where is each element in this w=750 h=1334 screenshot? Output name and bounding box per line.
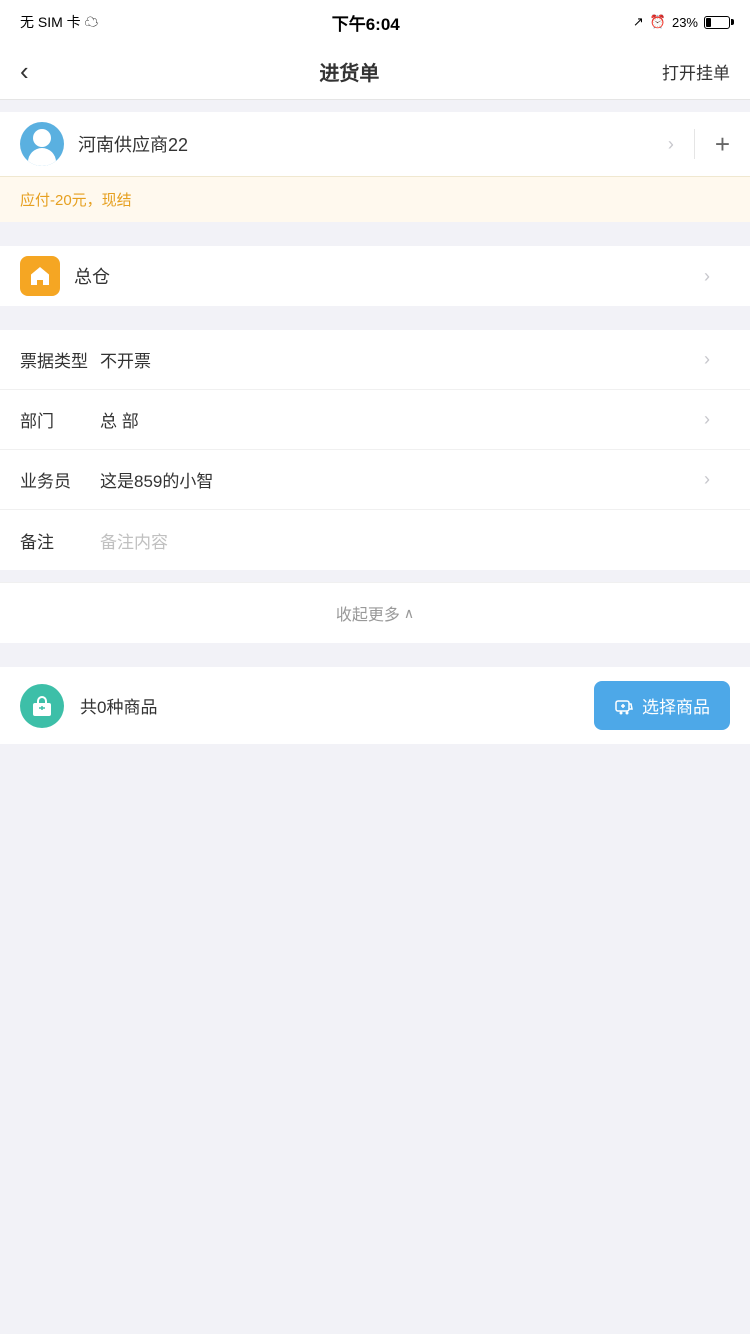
status-bar: 无 SIM 卡 ☁ 下午6:04 ↗ ⏰ 23% [0,0,750,44]
remark-row[interactable]: 备注 备注内容 [0,510,750,570]
battery-icon [704,16,730,29]
gap-4 [0,643,750,655]
department-value: 总 部 [100,407,704,432]
location-icon: ↗ [633,14,644,30]
invoice-type-value: 不开票 [100,347,704,372]
avatar-person [20,122,64,166]
back-button[interactable]: ‹ [20,52,37,91]
alarm-icon: ⏰ [650,14,666,30]
form-section: 票据类型 不开票 › 部门 总 部 › 业务员 这是859的小智 › 备注 备注… [0,330,750,570]
chevron-right-icon: › [668,134,674,155]
page-title: 进货单 [319,57,379,86]
warehouse-section[interactable]: 总仓 › [0,246,750,306]
supplier-section[interactable]: 河南供应商22 › + [0,112,750,176]
salesperson-value: 这是859的小智 [100,467,704,492]
warehouse-chevron-icon: › [704,266,710,287]
product-icon-wrapper [20,684,64,728]
select-product-button[interactable]: 选择商品 [594,681,730,730]
warehouse-icon [20,256,60,296]
notice-row: 应付-20元，现结 [0,176,750,222]
product-count: 共0种商品 [80,693,578,718]
avatar-head [33,129,51,147]
house-svg [28,264,52,288]
department-row[interactable]: 部门 总 部 › [0,390,750,450]
gap-3 [0,306,750,318]
gap-1 [0,100,750,112]
remark-input[interactable]: 备注内容 [100,528,730,553]
page-background [0,744,750,1144]
remark-label: 备注 [20,528,100,553]
supplier-divider [694,129,695,159]
salesperson-label: 业务员 [20,467,100,492]
avatar-body [28,148,56,166]
department-label: 部门 [20,407,100,432]
add-supplier-button[interactable]: + [715,129,730,160]
warehouse-name: 总仓 [74,263,704,289]
invoice-type-label: 票据类型 [20,347,100,372]
open-pending-button[interactable]: 打开挂单 [662,59,730,84]
salesperson-chevron-icon: › [704,469,710,490]
invoice-chevron-icon: › [704,349,710,370]
supplier-avatar [20,122,64,166]
shopping-bag-icon [29,693,55,719]
status-right: ↗ ⏰ 23% [633,14,730,30]
nav-bar: ‹ 进货单 打开挂单 [0,44,750,100]
battery-percent: 23% [672,15,698,30]
invoice-type-row[interactable]: 票据类型 不开票 › [0,330,750,390]
supplier-name: 河南供应商22 [78,131,668,157]
select-product-label: 选择商品 [642,693,710,718]
status-left: 无 SIM 卡 ☁ [20,12,99,32]
department-chevron-icon: › [704,409,710,430]
notice-text: 应付-20元，现结 [20,192,132,209]
collapse-row[interactable]: 收起更多 ∧ [0,582,750,643]
collapse-text: 收起更多 [336,601,400,625]
collapse-arrow-icon: ∧ [404,605,414,622]
status-time: 下午6:04 [332,10,400,35]
salesperson-row[interactable]: 业务员 这是859的小智 › [0,450,750,510]
bottom-bar: 共0种商品 选择商品 [0,667,750,744]
gap-2 [0,222,750,234]
cart-icon [614,696,634,716]
